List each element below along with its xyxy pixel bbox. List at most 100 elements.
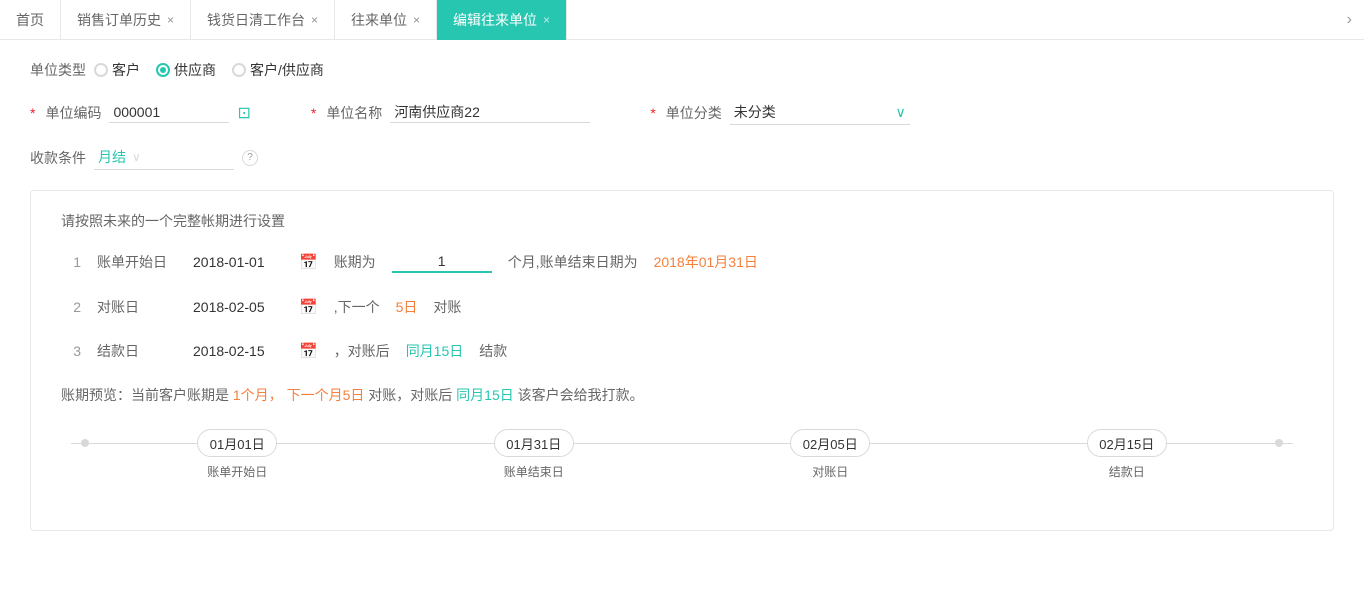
unit-name-field: * 单位名称 bbox=[311, 102, 590, 123]
step-3-highlight: 同月15日 bbox=[406, 341, 464, 361]
unit-category-label: 单位分类 bbox=[666, 103, 722, 123]
timeline-label-2: 账单结束日 bbox=[504, 463, 564, 480]
timeline-point-2: 01月31日 账单结束日 bbox=[494, 429, 574, 480]
radio-both[interactable]: 客户/供应商 bbox=[232, 60, 324, 80]
close-sales-history-icon[interactable]: × bbox=[167, 13, 174, 27]
timeline-label-4: 结款日 bbox=[1109, 463, 1145, 480]
unit-name-label: 单位名称 bbox=[326, 103, 382, 123]
close-edit-counterparty-icon[interactable]: × bbox=[543, 13, 550, 27]
radio-both-label: 客户/供应商 bbox=[250, 60, 324, 80]
step-2-num: 2 bbox=[61, 299, 81, 315]
preview-day: 下一个月5日 bbox=[287, 387, 365, 403]
preview-settle: 同月15日 bbox=[456, 387, 514, 403]
step-3-suffix: 结款 bbox=[479, 341, 507, 361]
preview-prefix: 账期预览：当前客户账期是 bbox=[61, 387, 229, 403]
timeline-point-4: 02月15日 结款日 bbox=[1087, 429, 1167, 480]
step-1-date: 2018-01-01 bbox=[193, 254, 283, 270]
payment-terms-help-icon[interactable]: ? bbox=[242, 150, 258, 166]
timeline-node-4: 02月15日 bbox=[1087, 429, 1167, 457]
unit-name-input[interactable] bbox=[390, 102, 590, 123]
step-1-label: 账单开始日 bbox=[97, 252, 177, 272]
timeline-wrapper: 01月01日 账单开始日 01月31日 账单结束日 02月05日 对账日 02月… bbox=[81, 429, 1283, 480]
preview-middle: 对账，对账后 bbox=[368, 387, 452, 403]
tab-sales-history-label: 销售订单历史 bbox=[77, 10, 161, 30]
preview-suffix: 该客户会给我打款。 bbox=[518, 387, 644, 403]
radio-supplier[interactable]: 供应商 bbox=[156, 60, 216, 80]
step-3-num: 3 bbox=[61, 343, 81, 359]
period-input[interactable] bbox=[392, 251, 492, 273]
radio-supplier-circle bbox=[156, 63, 170, 77]
panel-title: 请按照未来的一个完整帐期进行设置 bbox=[61, 211, 1303, 231]
timeline-end-dot bbox=[1275, 439, 1283, 447]
step-2-highlight: 5日 bbox=[396, 297, 418, 317]
unit-category-field: * 单位分类 未分类 ∨ bbox=[650, 100, 909, 125]
timeline-point-1: 01月01日 账单开始日 bbox=[197, 429, 277, 480]
step-2-suffix: 对账 bbox=[433, 297, 461, 317]
tab-sales-history[interactable]: 销售订单历史 × bbox=[61, 0, 191, 40]
radio-customer-circle bbox=[94, 63, 108, 77]
copy-icon[interactable]: ⊡ bbox=[237, 103, 250, 123]
timeline-points: 01月01日 账单开始日 01月31日 账单结束日 02月05日 对账日 02月… bbox=[89, 429, 1275, 480]
step-1-suffix: 个月,账单结束日期为 bbox=[508, 252, 638, 272]
step-3-date: 2018-02-15 bbox=[193, 343, 283, 359]
unit-name-required: * bbox=[311, 105, 316, 121]
step-2-label: 对账日 bbox=[97, 297, 177, 317]
timeline-label-3: 对账日 bbox=[812, 463, 848, 480]
unit-code-required: * bbox=[30, 105, 35, 121]
step-3-label: 结款日 bbox=[97, 341, 177, 361]
step-3-row: 3 结款日 2018-02-15 📅 ，对账后 同月15日 结款 bbox=[61, 341, 1303, 361]
settings-panel: 请按照未来的一个完整帐期进行设置 1 账单开始日 2018-01-01 📅 账期… bbox=[30, 190, 1334, 531]
payment-terms-field: 收款条件 月结 ∨ ? bbox=[30, 145, 258, 170]
tab-edit-counterparty-label: 编辑往来单位 bbox=[453, 10, 537, 30]
step-3-calendar-icon[interactable]: 📅 bbox=[299, 342, 318, 360]
tab-cash-workbench[interactable]: 钱货日清工作台 × bbox=[191, 0, 335, 40]
unit-type-row: 单位类型 客户 供应商 客户/供应商 bbox=[30, 60, 1334, 80]
radio-customer-label: 客户 bbox=[112, 60, 140, 80]
close-counterparty-icon[interactable]: × bbox=[413, 13, 420, 27]
tabs-scroll-arrow[interactable]: › bbox=[1335, 11, 1364, 29]
unit-code-label: 单位编码 bbox=[45, 103, 101, 123]
step-1-calendar-icon[interactable]: 📅 bbox=[299, 253, 318, 271]
timeline-node-2: 01月31日 bbox=[494, 429, 574, 457]
payment-terms-arrow-icon: ∨ bbox=[132, 150, 141, 164]
radio-both-circle bbox=[232, 63, 246, 77]
unit-info-row: * 单位编码 ⊡ * 单位名称 * 单位分类 未分类 ∨ bbox=[30, 100, 1334, 125]
close-cash-workbench-icon[interactable]: × bbox=[311, 13, 318, 27]
timeline-node-1: 01月01日 bbox=[197, 429, 277, 457]
timeline-point-3: 02月05日 对账日 bbox=[790, 429, 870, 480]
unit-category-value: 未分类 bbox=[734, 102, 890, 122]
tab-home-label: 首页 bbox=[16, 10, 44, 30]
preview-section: 账期预览：当前客户账期是 1个月， 下一个月5日 对账，对账后 同月15日 该客… bbox=[61, 385, 1303, 405]
step-3-prefix: ，对账后 bbox=[334, 341, 390, 361]
unit-code-input[interactable] bbox=[109, 102, 229, 123]
unit-code-field: * 单位编码 ⊡ bbox=[30, 102, 251, 123]
unit-type-field: 单位类型 客户 供应商 客户/供应商 bbox=[30, 60, 324, 80]
tab-cash-workbench-label: 钱货日清工作台 bbox=[207, 10, 305, 30]
radio-supplier-label: 供应商 bbox=[174, 60, 216, 80]
tab-counterparty-label: 往来单位 bbox=[351, 10, 407, 30]
payment-terms-value: 月结 bbox=[98, 147, 126, 167]
payment-terms-row: 收款条件 月结 ∨ ? bbox=[30, 145, 1334, 170]
step-2-date: 2018-02-05 bbox=[193, 299, 283, 315]
radio-customer[interactable]: 客户 bbox=[94, 60, 140, 80]
step-1-suffix-before: 账期为 bbox=[334, 252, 376, 272]
tab-home[interactable]: 首页 bbox=[0, 0, 61, 40]
unit-category-dropdown[interactable]: 未分类 ∨ bbox=[730, 100, 910, 125]
payment-terms-dropdown[interactable]: 月结 ∨ bbox=[94, 145, 234, 170]
tab-edit-counterparty[interactable]: 编辑往来单位 × bbox=[437, 0, 567, 40]
timeline-node-3: 02月05日 bbox=[790, 429, 870, 457]
unit-type-radio-group: 客户 供应商 客户/供应商 bbox=[94, 60, 324, 80]
tabs-bar: 首页 销售订单历史 × 钱货日清工作台 × 往来单位 × 编辑往来单位 × › bbox=[0, 0, 1364, 40]
step-2-calendar-icon[interactable]: 📅 bbox=[299, 298, 318, 316]
main-content: 单位类型 客户 供应商 客户/供应商 * 单位编码 bbox=[0, 40, 1364, 608]
payment-terms-label: 收款条件 bbox=[30, 148, 86, 168]
step-1-num: 1 bbox=[61, 254, 81, 270]
timeline-label-1: 账单开始日 bbox=[207, 463, 267, 480]
step-1-highlight: 2018年01月31日 bbox=[654, 252, 758, 272]
step-2-prefix: ,下一个 bbox=[334, 297, 380, 317]
unit-category-required: * bbox=[650, 105, 655, 121]
step-2-row: 2 对账日 2018-02-05 📅 ,下一个 5日 对账 bbox=[61, 297, 1303, 317]
timeline-start-dot bbox=[81, 439, 89, 447]
unit-category-arrow-icon: ∨ bbox=[896, 104, 906, 121]
tab-counterparty[interactable]: 往来单位 × bbox=[335, 0, 437, 40]
